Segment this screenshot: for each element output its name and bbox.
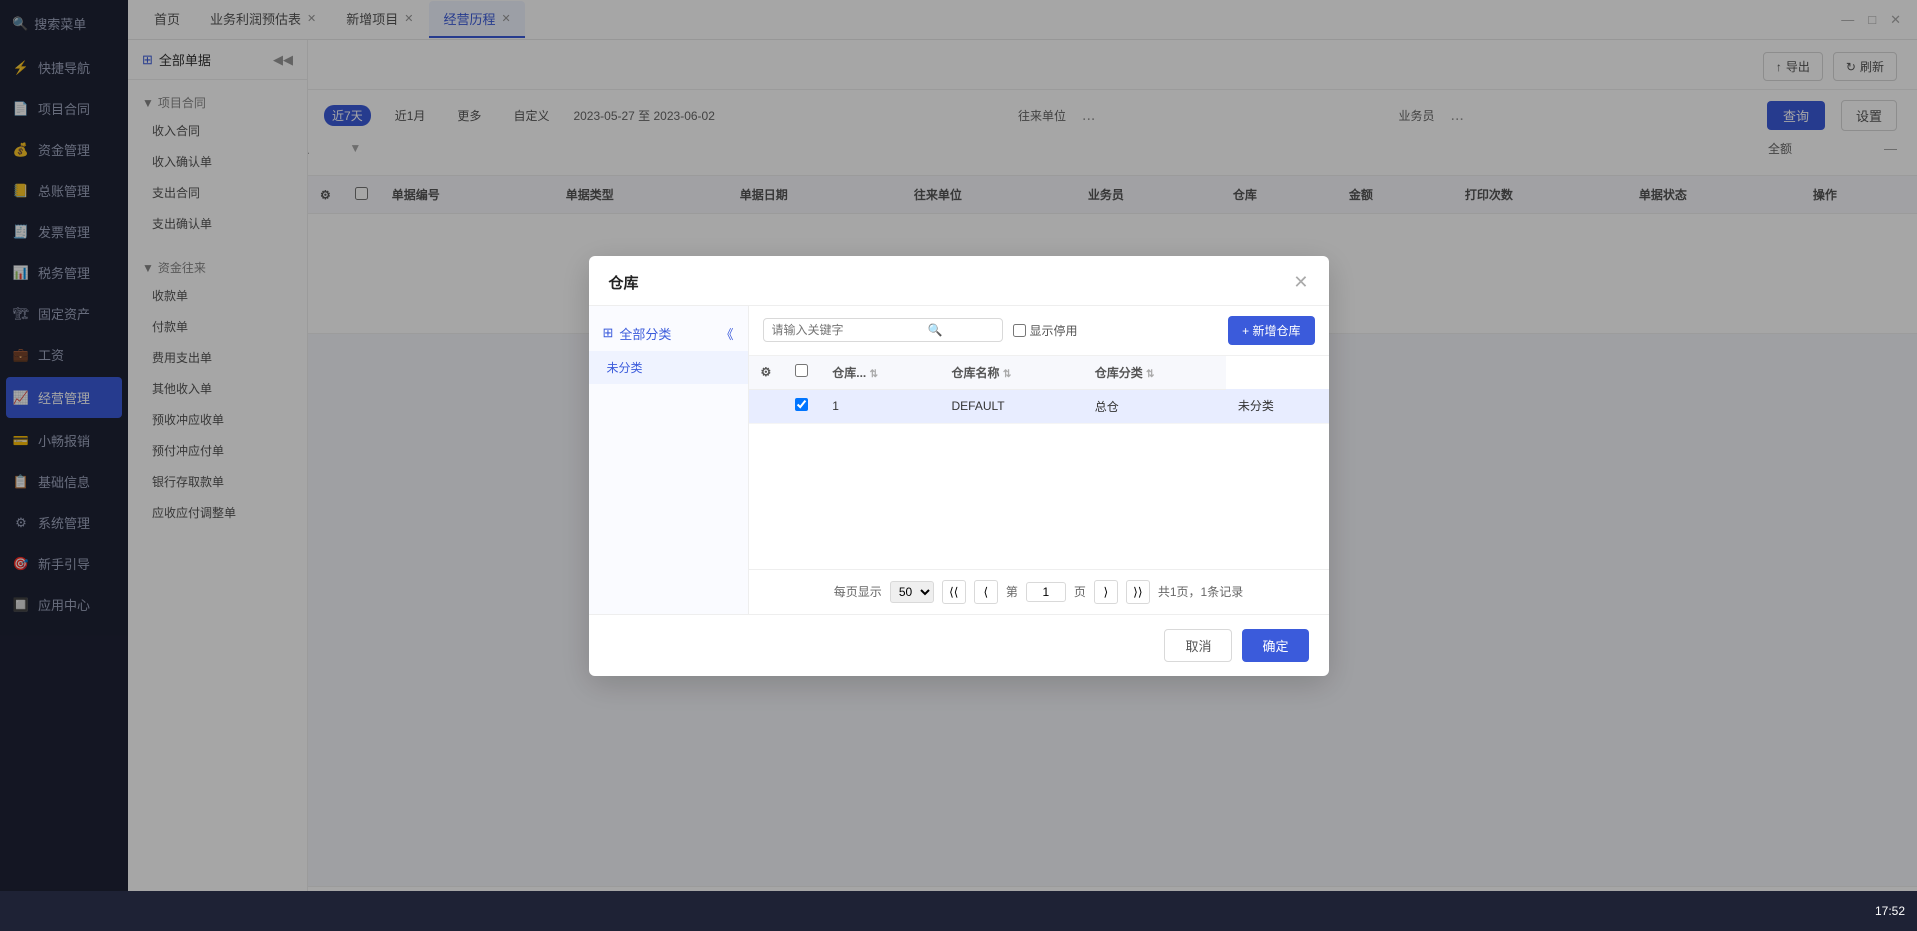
show-disabled-label[interactable]: 显示停用 [1013, 322, 1078, 339]
modal-sidebar-header: ⊞ 全部分类 《 [589, 316, 748, 351]
modal-close-button[interactable]: ✕ [1293, 272, 1308, 293]
modal-per-page-select[interactable]: 50 [890, 581, 934, 603]
modal-per-page-label: 每页显示 [834, 583, 882, 600]
modal-col-category: 仓库分类 ⇅ [1083, 356, 1226, 390]
modal-actions: 取消 确定 [589, 614, 1329, 676]
modal-prev-page-btn[interactable]: ⟨ [974, 580, 998, 604]
modal-row-id: 1 [820, 389, 939, 423]
modal-row-category: 未分类 [1226, 389, 1329, 423]
modal-page-input[interactable] [1026, 582, 1066, 602]
modal-sidebar-uncategorized[interactable]: 未分类 [589, 351, 748, 384]
modal-table-row[interactable]: 1 DEFAULT 总仓 未分类 [749, 389, 1329, 423]
all-category-label[interactable]: 全部分类 [619, 324, 671, 343]
modal-total-info: 共1页，1条记录 [1158, 583, 1243, 600]
modal-col-code: 仓库... ⇅ [820, 356, 939, 390]
modal-col-checkbox[interactable] [783, 356, 820, 390]
modal-body: ⊞ 全部分类 《 未分类 🔍 显示停用 + 新增仓库 [589, 306, 1329, 614]
modal-row-checkbox[interactable] [783, 389, 820, 423]
cancel-button[interactable]: 取消 [1164, 629, 1232, 662]
modal-search-box[interactable]: 🔍 [763, 318, 1003, 342]
modal-page-label: 第 [1006, 583, 1018, 600]
modal-toolbar: 🔍 显示停用 + 新增仓库 [749, 306, 1329, 356]
modal-col-name: 仓库名称 ⇅ [940, 356, 1083, 390]
sort-icon-category: ⇅ [1146, 369, 1154, 380]
modal-next-page-btn[interactable]: ⟩ [1094, 580, 1118, 604]
modal-footer-bar: 每页显示 50 ⟨⟨ ⟨ 第 页 ⟩ ⟩⟩ 共1页，1条记录 [749, 569, 1329, 614]
add-warehouse-button[interactable]: + 新增仓库 [1228, 316, 1314, 345]
all-category-icon: ⊞ [603, 325, 614, 341]
confirm-button[interactable]: 确定 [1242, 629, 1308, 662]
modal-first-page-btn[interactable]: ⟨⟨ [942, 580, 966, 604]
modal-page-unit: 页 [1074, 583, 1086, 600]
modal-row-name: 总仓 [1083, 389, 1226, 423]
modal-sidebar-collapse-icon[interactable]: 《 [720, 324, 733, 343]
modal-table: ⚙ 仓库... ⇅ 仓库名称 ⇅ 仓库分类 [749, 356, 1329, 424]
taskbar: 17:52 [0, 891, 1917, 931]
modal-row-settings [749, 389, 784, 423]
modal-header: 仓库 ✕ [589, 256, 1329, 306]
modal-table-header: ⚙ 仓库... ⇅ 仓库名称 ⇅ 仓库分类 [749, 356, 1329, 390]
warehouse-modal: 仓库 ✕ ⊞ 全部分类 《 未分类 🔍 显示 [589, 256, 1329, 676]
modal-last-page-btn[interactable]: ⟩⟩ [1126, 580, 1150, 604]
modal-title: 仓库 [609, 272, 639, 293]
modal-col-settings[interactable]: ⚙ [749, 356, 784, 390]
modal-row-check[interactable] [795, 398, 808, 411]
modal-main: 🔍 显示停用 + 新增仓库 ⚙ 仓库... [749, 306, 1329, 614]
modal-search-input[interactable] [772, 323, 922, 337]
modal-sidebar: ⊞ 全部分类 《 未分类 [589, 306, 749, 614]
modal-select-all[interactable] [795, 364, 808, 377]
modal-row-code: DEFAULT [940, 389, 1083, 423]
modal-search-icon: 🔍 [928, 323, 943, 337]
sort-icon-name: ⇅ [1003, 369, 1011, 380]
show-disabled-checkbox[interactable] [1013, 324, 1026, 337]
modal-table-area: ⚙ 仓库... ⇅ 仓库名称 ⇅ 仓库分类 [749, 356, 1329, 569]
taskbar-time: 17:52 [1875, 904, 1905, 918]
sort-icon-code: ⇅ [870, 369, 878, 380]
taskbar-right: 17:52 [1875, 904, 1905, 918]
